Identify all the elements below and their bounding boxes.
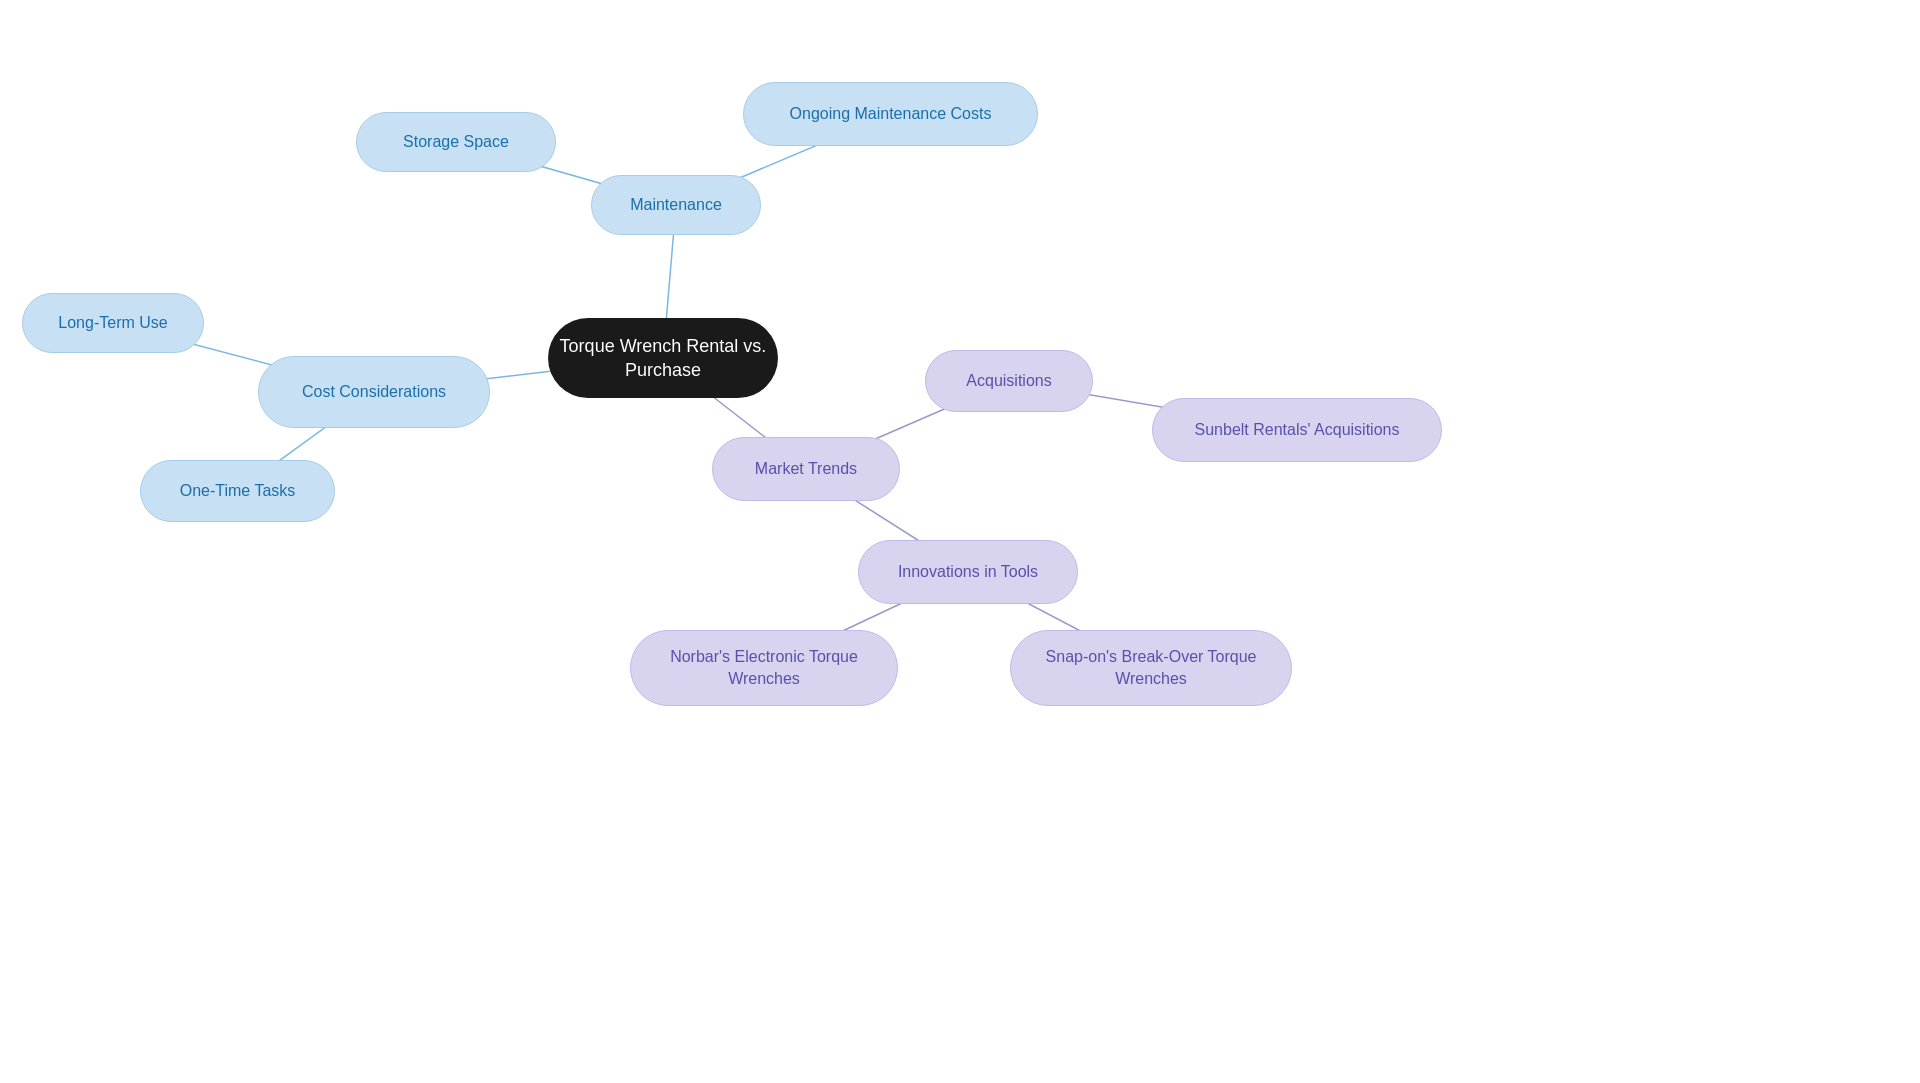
market-trends-node[interactable]: Market Trends <box>712 437 900 501</box>
norbar-label: Norbar's Electronic Torque Wrenches <box>662 646 866 689</box>
snapon-label: Snap-on's Break-Over Torque Wrenches <box>1038 646 1265 689</box>
ongoing-maintenance-label: Ongoing Maintenance Costs <box>782 103 1000 125</box>
ongoing-maintenance-node[interactable]: Ongoing Maintenance Costs <box>743 82 1038 146</box>
innovations-node[interactable]: Innovations in Tools <box>858 540 1078 604</box>
snapon-node[interactable]: Snap-on's Break-Over Torque Wrenches <box>1010 630 1292 706</box>
cost-considerations-label: Cost Considerations <box>294 381 454 403</box>
acquisitions-node[interactable]: Acquisitions <box>925 350 1093 412</box>
one-time-tasks-node[interactable]: One-Time Tasks <box>140 460 335 522</box>
storage-space-node[interactable]: Storage Space <box>356 112 556 172</box>
cost-considerations-node[interactable]: Cost Considerations <box>258 356 490 428</box>
acquisitions-label: Acquisitions <box>958 370 1059 392</box>
center-node[interactable]: Torque Wrench Rental vs. Purchase <box>548 318 778 398</box>
one-time-tasks-label: One-Time Tasks <box>172 480 304 502</box>
innovations-label: Innovations in Tools <box>890 561 1046 583</box>
storage-space-label: Storage Space <box>395 131 517 153</box>
maintenance-node[interactable]: Maintenance <box>591 175 761 235</box>
center-label: Torque Wrench Rental vs. Purchase <box>552 334 775 383</box>
sunbelt-label: Sunbelt Rentals' Acquisitions <box>1187 419 1408 441</box>
norbar-node[interactable]: Norbar's Electronic Torque Wrenches <box>630 630 898 706</box>
sunbelt-node[interactable]: Sunbelt Rentals' Acquisitions <box>1152 398 1442 462</box>
market-trends-label: Market Trends <box>747 458 865 480</box>
long-term-use-node[interactable]: Long-Term Use <box>22 293 204 353</box>
maintenance-label: Maintenance <box>622 194 730 216</box>
long-term-use-label: Long-Term Use <box>50 312 175 334</box>
